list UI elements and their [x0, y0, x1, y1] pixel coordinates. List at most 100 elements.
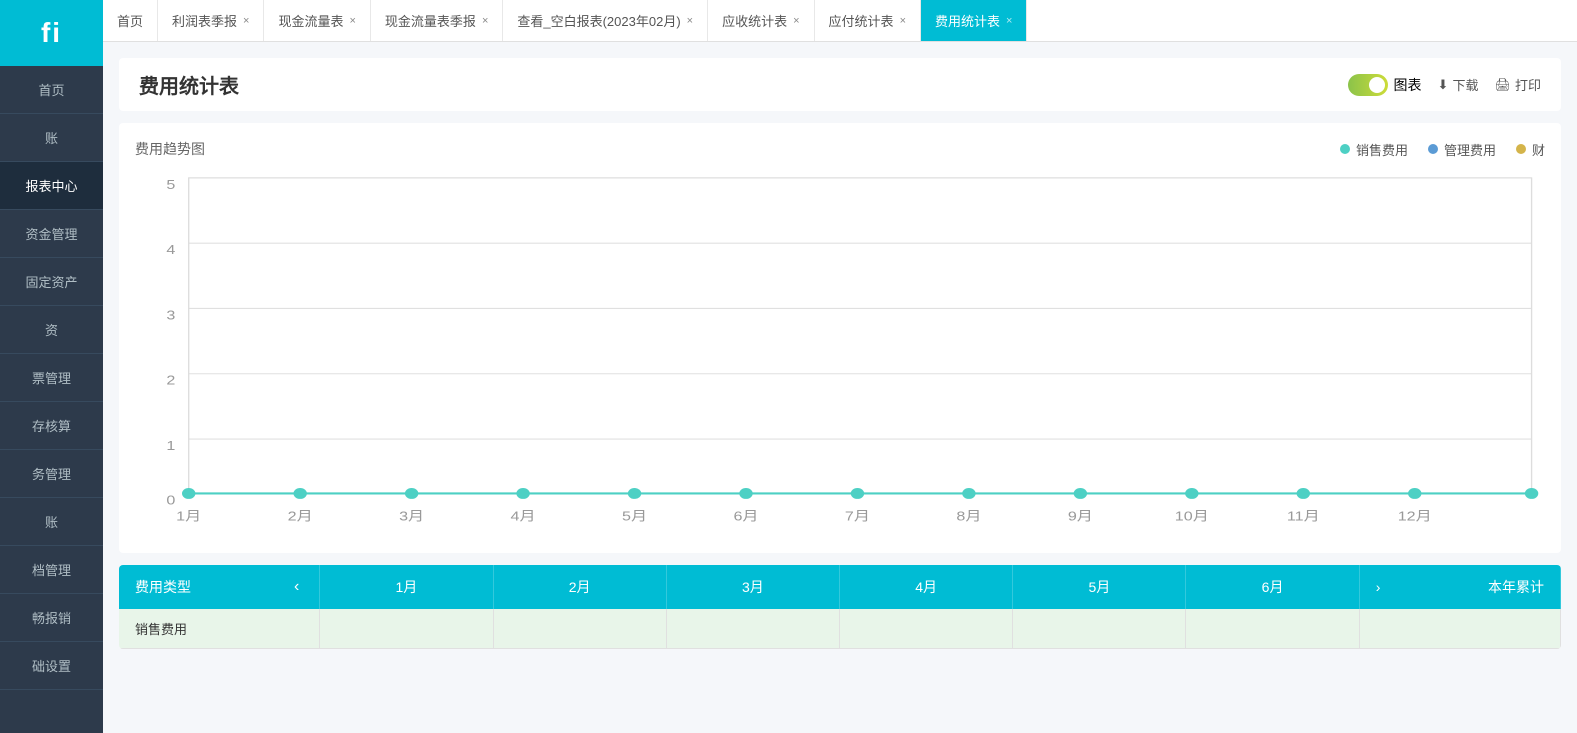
tab-cashflow-label: 现金流量表 — [278, 11, 343, 30]
sidebar-item-home[interactable]: 首页 — [0, 66, 103, 114]
td-ytd — [1360, 609, 1561, 648]
data-point — [962, 488, 975, 499]
header-actions: 图表 ⬇ 下载 🖨 打印 — [1348, 74, 1541, 96]
main-area: 首页 利润表季报 × 现金流量表 × 现金流量表季报 × 查看_空白报表(202… — [103, 0, 1577, 733]
print-button[interactable]: 🖨 打印 — [1494, 75, 1541, 94]
legend-sales-label: 销售费用 — [1356, 140, 1408, 159]
svg-text:5月: 5月 — [622, 510, 647, 524]
th-month-3: 3月 — [667, 565, 840, 609]
svg-text:6月: 6月 — [733, 510, 758, 524]
svg-text:5: 5 — [166, 178, 175, 192]
sidebar-item-inventory[interactable]: 存核算 — [0, 402, 103, 450]
svg-text:8月: 8月 — [956, 510, 981, 524]
svg-text:0: 0 — [166, 494, 175, 508]
td-month-2 — [494, 609, 667, 648]
th-month-4-label: 4月 — [915, 577, 937, 597]
sidebar-item-fund[interactable]: 资金管理 — [0, 210, 103, 258]
chart-toggle-wrap: 图表 — [1348, 74, 1422, 96]
legend-finance-dot — [1516, 144, 1526, 154]
download-button[interactable]: ⬇ 下载 — [1438, 75, 1479, 94]
th-month-4: 4月 — [840, 565, 1013, 609]
next-arrow-icon[interactable]: › — [1376, 579, 1381, 595]
th-ytd: › 本年累计 — [1360, 565, 1561, 609]
svg-text:1: 1 — [166, 439, 175, 453]
download-label: 下载 — [1452, 75, 1478, 94]
legend-admin-dot — [1428, 144, 1438, 154]
close-icon[interactable]: × — [900, 15, 906, 27]
tab-bar: 首页 利润表季报 × 现金流量表 × 现金流量表季报 × 查看_空白报表(202… — [103, 0, 1577, 42]
sidebar-item-settings[interactable]: 础设置 — [0, 642, 103, 690]
expense-table: 费用类型 ‹ 1月 2月 3月 4月 5月 — [119, 565, 1561, 649]
table-row: 销售费用 — [119, 609, 1561, 649]
sidebar-item-report-center[interactable]: 报表中心 — [0, 162, 103, 210]
data-point — [516, 488, 529, 499]
th-ytd-label: 本年累计 — [1488, 577, 1544, 597]
svg-text:11月: 11月 — [1287, 510, 1320, 524]
data-point — [739, 488, 752, 499]
sidebar-item-archive[interactable]: 档管理 — [0, 546, 103, 594]
td-expense-type: 销售费用 — [119, 609, 320, 648]
th-month-1-label: 1月 — [396, 577, 418, 597]
tab-cashflow[interactable]: 现金流量表 × — [264, 0, 370, 41]
td-month-3 — [667, 609, 840, 648]
th-expense-type: 费用类型 ‹ — [119, 565, 320, 609]
prev-arrow-icon[interactable]: ‹ — [290, 578, 303, 596]
table-header-row: 费用类型 ‹ 1月 2月 3月 4月 5月 — [119, 565, 1561, 609]
chart-toggle[interactable] — [1348, 74, 1388, 96]
close-icon[interactable]: × — [349, 15, 355, 27]
tab-profit-quarterly[interactable]: 利润表季报 × — [158, 0, 264, 41]
th-month-1: 1月 — [320, 565, 493, 609]
close-icon[interactable]: × — [687, 15, 693, 27]
close-icon[interactable]: × — [482, 15, 488, 27]
data-point — [1525, 488, 1538, 499]
sidebar-item-account[interactable]: 账 — [0, 114, 103, 162]
data-point — [405, 488, 418, 499]
sidebar-item-service[interactable]: 务管理 — [0, 450, 103, 498]
chart-svg: 5 4 3 2 1 0 — [135, 167, 1545, 537]
tab-cashflow-quarterly[interactable]: 现金流量表季报 × — [371, 0, 503, 41]
td-month-1 — [320, 609, 493, 648]
legend-admin: 管理费用 — [1428, 140, 1496, 159]
close-icon[interactable]: × — [793, 15, 799, 27]
sidebar-item-fixed-assets[interactable]: 固定资产 — [0, 258, 103, 306]
print-icon: 🖨 — [1494, 77, 1511, 93]
chart-legend: 销售费用 管理费用 财 — [1340, 140, 1545, 159]
svg-text:3月: 3月 — [399, 510, 424, 524]
sidebar-item-ticket[interactable]: 票管理 — [0, 354, 103, 402]
print-label: 打印 — [1515, 75, 1541, 94]
svg-text:9月: 9月 — [1068, 510, 1093, 524]
download-icon: ⬇ — [1438, 77, 1449, 93]
close-icon[interactable]: × — [243, 15, 249, 27]
data-point — [628, 488, 641, 499]
data-point — [1185, 488, 1198, 499]
page-header: 费用统计表 图表 ⬇ 下载 🖨 打印 — [119, 58, 1561, 111]
tab-profit-quarterly-label: 利润表季报 — [172, 11, 237, 30]
legend-sales: 销售费用 — [1340, 140, 1408, 159]
chart-title: 费用趋势图 — [135, 139, 205, 159]
tab-expense[interactable]: 费用统计表 × — [921, 0, 1027, 41]
tab-payable[interactable]: 应付统计表 × — [815, 0, 921, 41]
data-point — [1408, 488, 1421, 499]
tab-receivable[interactable]: 应收统计表 × — [708, 0, 814, 41]
sidebar-item-expense[interactable]: 畅报销 — [0, 594, 103, 642]
svg-text:7月: 7月 — [845, 510, 870, 524]
th-month-3-label: 3月 — [742, 577, 764, 597]
sidebar-item-capital[interactable]: 资 — [0, 306, 103, 354]
page-title: 费用统计表 — [139, 70, 239, 99]
close-icon[interactable]: × — [1006, 15, 1012, 27]
legend-finance: 财 — [1516, 140, 1545, 159]
tab-home-label: 首页 — [117, 11, 143, 30]
tab-blank-report[interactable]: 查看_空白报表(2023年02月) × — [503, 0, 708, 41]
th-month-2: 2月 — [494, 565, 667, 609]
legend-admin-label: 管理费用 — [1444, 140, 1496, 159]
td-month-4 — [840, 609, 1013, 648]
tab-receivable-label: 应收统计表 — [722, 11, 787, 30]
tab-home[interactable]: 首页 — [103, 0, 158, 41]
data-point — [182, 488, 195, 499]
chart-card: 费用趋势图 销售费用 管理费用 财 — [119, 123, 1561, 553]
data-point — [1297, 488, 1310, 499]
th-month-6-label: 6月 — [1262, 577, 1284, 597]
th-month-5: 5月 — [1013, 565, 1186, 609]
legend-finance-label: 财 — [1532, 140, 1545, 159]
sidebar-item-ledger[interactable]: 账 — [0, 498, 103, 546]
